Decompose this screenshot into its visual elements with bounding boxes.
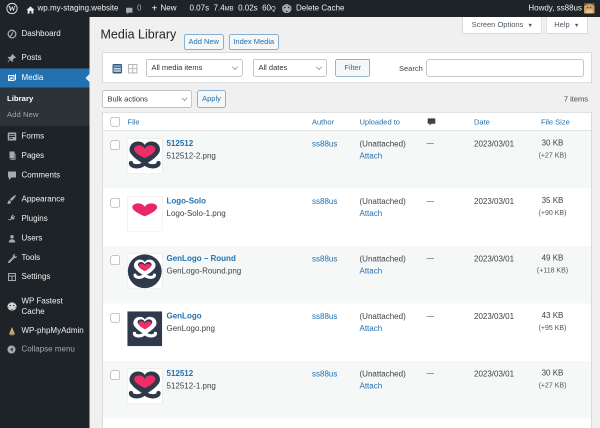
- svg-text:W: W: [8, 4, 16, 13]
